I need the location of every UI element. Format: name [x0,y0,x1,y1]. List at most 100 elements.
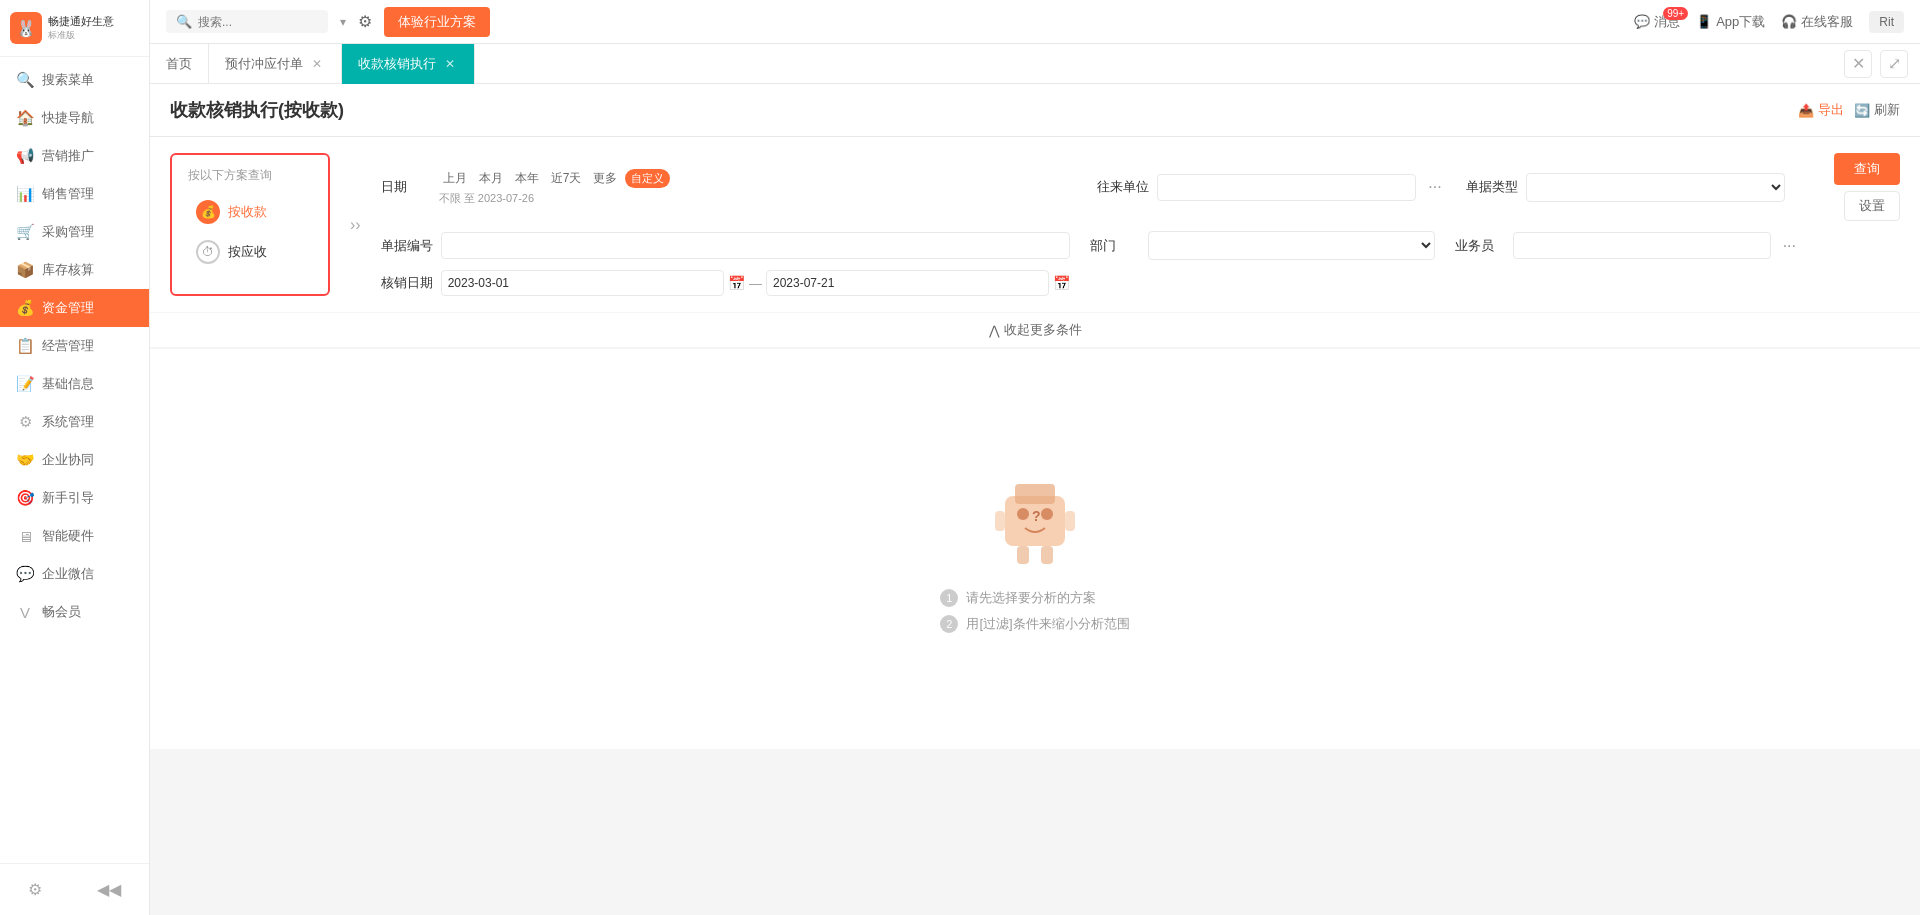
empty-tips: 1 请先选择要分析的方案 2 用[过滤]条件来缩小分析范围 [940,589,1129,633]
staff-input[interactable] [1513,232,1771,259]
verify-date-start-input[interactable] [441,270,724,296]
sidebar-item-shortcut[interactable]: 🏠 快捷导航 [0,99,149,137]
online-service-btn[interactable]: 🎧 在线客服 [1781,13,1853,31]
shortcut-last-month[interactable]: 上月 [439,168,471,189]
sidebar-item-basic[interactable]: 📝 基础信息 [0,365,149,403]
filter-actions: 查询 设置 [1834,153,1900,221]
app-icon: 📱 [1696,14,1712,29]
inventory-icon: 📦 [16,261,34,279]
wechat-icon: 💬 [16,565,34,583]
message-btn[interactable]: 💬 消息 99+ [1634,13,1680,31]
sidebar-item-member[interactable]: V 畅会员 [0,593,149,631]
by-receivable-label: 按应收 [228,243,267,261]
calendar-start-icon[interactable]: 📅 [728,275,745,291]
app-name: 畅捷通好生意 [48,14,114,28]
bill-no-input[interactable] [441,232,1071,259]
tip-num-1: 1 [940,589,958,607]
sidebar-item-label: 企业协同 [42,451,94,469]
sidebar-item-finance[interactable]: 💰 资金管理 [0,289,149,327]
empty-tip-2: 2 用[过滤]条件来缩小分析范围 [940,615,1129,633]
service-icon: 🎧 [1781,14,1797,29]
dept-select[interactable] [1148,231,1435,260]
filter-row-1: 日期 上月 本月 本年 近7天 更多 自定义 不限 至 20 [381,153,1900,221]
calendar-end-icon[interactable]: 📅 [1053,275,1070,291]
counterparty-label: 往来单位 [1097,178,1149,196]
collapse-sidebar-btn[interactable]: ◀◀ [85,872,133,907]
sidebar-item-label: 搜索菜单 [42,71,94,89]
counterparty-ellipsis-btn[interactable]: ··· [1424,178,1445,196]
sidebar-bottom: ⚙ ◀◀ [0,863,149,915]
refresh-btn[interactable]: 🔄 刷新 [1854,101,1900,119]
tab-bar: 首页 预付冲应付单 ✕ 收款核销执行 ✕ ✕ ⤢ [150,44,1920,84]
shortcut-this-year[interactable]: 本年 [511,168,543,189]
system-icon: ⚙ [16,413,34,431]
verify-date-label: 核销日期 [381,274,433,292]
sidebar-item-guide[interactable]: 🎯 新手引导 [0,479,149,517]
search-icon: 🔍 [16,71,34,89]
shortcut-more[interactable]: 更多 [589,168,621,189]
topbar-right: 💬 消息 99+ 📱 App下载 🎧 在线客服 Rit [1634,11,1904,33]
svg-rect-5 [1065,511,1075,531]
staff-filter-cell: 业务员 ··· [1455,232,1800,259]
sidebar-item-purchase[interactable]: 🛒 采购管理 [0,213,149,251]
tab-receipt-verify[interactable]: 收款核销执行 ✕ [342,44,475,84]
tab-close-prepay[interactable]: ✕ [309,56,325,72]
shortcut-7days[interactable]: 近7天 [547,168,586,189]
topbar-gear-btn[interactable]: ⚙ [358,12,372,31]
tab-home[interactable]: 首页 [150,44,209,84]
industry-solution-btn[interactable]: 体验行业方案 [384,7,490,37]
settings-bottom-btn[interactable]: ⚙ [16,872,54,907]
topbar-search-box[interactable]: 🔍 [166,10,328,33]
setting-btn[interactable]: 设置 [1844,191,1900,221]
counterparty-input[interactable] [1157,174,1416,201]
tip-text-1: 请先选择要分析的方案 [966,589,1096,607]
filter-option-by-receivable[interactable]: ⏱ 按应收 [188,236,312,268]
purchase-icon: 🛒 [16,223,34,241]
basic-icon: 📝 [16,375,34,393]
sales-icon: 📊 [16,185,34,203]
tab-prepay[interactable]: 预付冲应付单 ✕ [209,44,342,84]
collapse-more-icon: ⋀ [989,323,1000,338]
counterparty-filter-cell: 往来单位 ··· [1097,174,1445,201]
sidebar-item-inventory[interactable]: 📦 库存核算 [0,251,149,289]
filter-panel: 按以下方案查询 💰 按收款 ⏱ 按应收 ›› 日期 [150,137,1920,312]
sidebar-item-label: 基础信息 [42,375,94,393]
svg-text:?: ? [1032,508,1041,524]
filter-option-by-receipt[interactable]: 💰 按收款 [188,196,312,228]
app-download-btn[interactable]: 📱 App下载 [1696,13,1765,31]
sidebar-item-label: 快捷导航 [42,109,94,127]
topbar-dropdown-btn[interactable]: ▾ [340,15,346,29]
tab-close-receipt-verify[interactable]: ✕ [442,56,458,72]
sidebar-item-sales[interactable]: 📊 销售管理 [0,175,149,213]
sidebar-item-search[interactable]: 🔍 搜索菜单 [0,61,149,99]
verify-date-end-input[interactable] [766,270,1049,296]
collapse-more-btn[interactable]: ⋀ 收起更多条件 [150,313,1920,347]
topbar-search-input[interactable] [198,15,318,29]
close-tab-btn[interactable]: ✕ [1844,50,1872,78]
date-label: 日期 [381,178,431,196]
bill-type-filter-cell: 单据类型 ··· [1466,173,1814,202]
export-btn[interactable]: 📤 导出 [1798,101,1844,119]
tabbar-actions: ✕ ⤢ [1844,50,1920,78]
sidebar-item-marketing[interactable]: 📢 营销推广 [0,137,149,175]
svg-rect-4 [995,511,1005,531]
sidebar-item-label: 库存核算 [42,261,94,279]
query-btn[interactable]: 查询 [1834,153,1900,185]
page-title: 收款核销执行(按收款) [170,98,344,136]
bill-type-select[interactable] [1526,173,1785,202]
page-header: 收款核销执行(按收款) 📤 导出 🔄 刷新 [150,84,1920,137]
sidebar-item-business[interactable]: 📋 经营管理 [0,327,149,365]
staff-ellipsis-btn[interactable]: ··· [1779,237,1800,255]
sidebar-item-label: 经营管理 [42,337,94,355]
sidebar-item-enterprise[interactable]: 🤝 企业协同 [0,441,149,479]
sidebar-item-system[interactable]: ⚙ 系统管理 [0,403,149,441]
sidebar-item-wechat[interactable]: 💬 企业微信 [0,555,149,593]
filter-collapse-btn[interactable]: ›› [346,153,365,296]
user-avatar-btn[interactable]: Rit [1869,11,1904,33]
sidebar-item-hardware[interactable]: 🖥 智能硬件 [0,517,149,555]
shortcut-custom[interactable]: 自定义 [625,169,670,188]
query-mode-panel: 按以下方案查询 💰 按收款 ⏱ 按应收 [170,153,330,296]
shortcut-this-month[interactable]: 本月 [475,168,507,189]
expand-tab-btn[interactable]: ⤢ [1880,50,1908,78]
sidebar-item-label: 新手引导 [42,489,94,507]
